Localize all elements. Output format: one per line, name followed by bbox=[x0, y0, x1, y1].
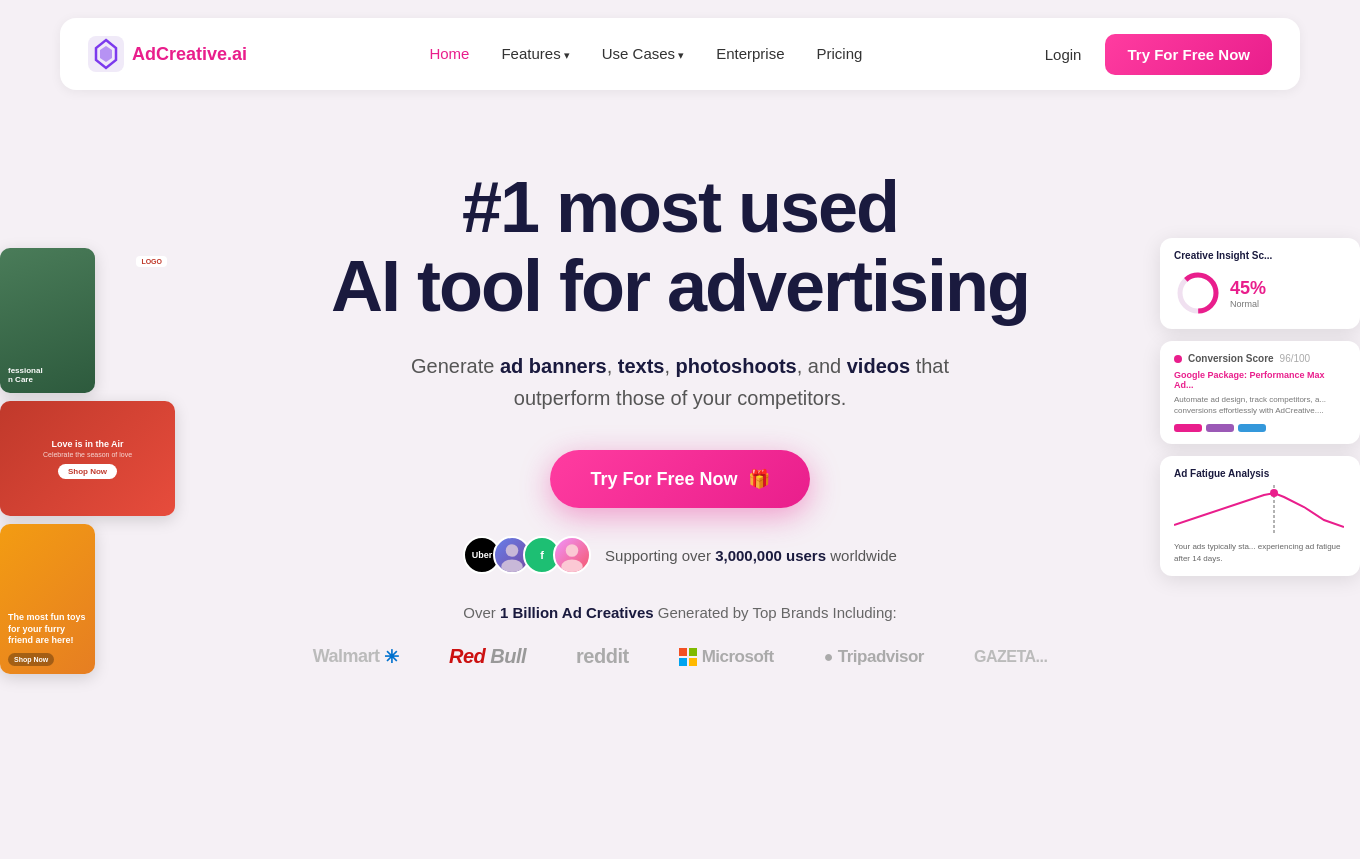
nav-link-enterprise[interactable]: Enterprise bbox=[716, 45, 784, 62]
nav-right: Login Try For Free Now bbox=[1045, 34, 1272, 75]
login-button[interactable]: Login bbox=[1045, 46, 1082, 63]
brands-logos: Walmart ✳ RedBull reddit Microsoft ● Tri… bbox=[40, 645, 1320, 668]
color-bar-pink bbox=[1174, 424, 1202, 432]
brands-section: Over 1 Billion Ad Creatives Generated by… bbox=[20, 574, 1340, 668]
gauge-percent: 45% bbox=[1230, 278, 1266, 299]
conversion-score-label: Conversion Score bbox=[1188, 353, 1274, 364]
svg-rect-9 bbox=[679, 658, 687, 666]
rocket-icon: 🎁 bbox=[748, 468, 770, 490]
brand-redbull: RedBull bbox=[449, 645, 526, 668]
nav-links: Home Features Use Cases Enterprise Prici… bbox=[429, 45, 862, 63]
nav-link-pricing[interactable]: Pricing bbox=[817, 45, 863, 62]
nav-item-pricing[interactable]: Pricing bbox=[817, 45, 863, 63]
gauge-label: Normal bbox=[1230, 299, 1266, 309]
nav-item-enterprise[interactable]: Enterprise bbox=[716, 45, 784, 63]
brand-tripadvisor: ● Tripadvisor bbox=[824, 647, 924, 667]
social-proof-text: Supporting over 3,000,000 users worldwid… bbox=[605, 547, 897, 564]
color-bar-purple bbox=[1206, 424, 1234, 432]
conversion-card: Conversion Score 96/100 Google Package: … bbox=[1160, 341, 1360, 444]
svg-point-3 bbox=[506, 545, 519, 558]
svg-rect-10 bbox=[689, 658, 697, 666]
cta-label: Try For Free Now bbox=[590, 469, 737, 490]
nav-item-usecases[interactable]: Use Cases bbox=[602, 45, 684, 63]
conversion-header: Conversion Score 96/100 bbox=[1174, 353, 1346, 364]
brand-walmart: Walmart ✳ bbox=[313, 646, 399, 668]
svg-point-5 bbox=[566, 545, 579, 558]
nav-item-home[interactable]: Home bbox=[429, 45, 469, 63]
fatigue-title: Ad Fatigue Analysis bbox=[1174, 468, 1346, 479]
color-bar-blue bbox=[1238, 424, 1266, 432]
social-proof: Uber f Supporting over 3,000,000 users w… bbox=[20, 536, 1340, 574]
fatigue-desc: Your ads typically sta... experiencing a… bbox=[1174, 541, 1346, 563]
color-bars bbox=[1174, 424, 1346, 432]
svg-rect-8 bbox=[689, 648, 697, 656]
hero-title: #1 most used AI tool for advertising bbox=[20, 168, 1340, 326]
gauge-info: 45% Normal bbox=[1230, 278, 1266, 309]
svg-rect-7 bbox=[679, 648, 687, 656]
fatigue-card: Ad Fatigue Analysis Your ads typically s… bbox=[1160, 456, 1360, 575]
nav-link-features[interactable]: Features bbox=[501, 45, 569, 62]
insight-card: Creative Insight Sc... 45% Normal bbox=[1160, 238, 1360, 329]
insight-card-title: Creative Insight Sc... bbox=[1174, 250, 1346, 261]
hero-wrapper: fessionaln Care Love is in the Air Celeb… bbox=[0, 108, 1360, 708]
nav-link-usecases[interactable]: Use Cases bbox=[602, 45, 684, 62]
user-avatars: Uber f bbox=[463, 536, 591, 574]
fatigue-chart bbox=[1174, 485, 1346, 535]
hero-subtitle: Generate ad banners, texts, photoshoots,… bbox=[20, 350, 1340, 414]
navbar: AdCreative.ai Home Features Use Cases En… bbox=[60, 18, 1300, 90]
brand-reddit: reddit bbox=[576, 645, 629, 668]
logo[interactable]: AdCreative.ai bbox=[88, 36, 247, 72]
conversion-desc: Automate ad design, track competitors, a… bbox=[1174, 394, 1346, 416]
side-cards-right: Creative Insight Sc... 45% Normal Conver… bbox=[1160, 238, 1360, 576]
svg-point-4 bbox=[501, 560, 522, 574]
svg-point-6 bbox=[561, 560, 582, 574]
gauge-chart bbox=[1174, 269, 1222, 317]
avatar-user2 bbox=[553, 536, 591, 574]
conversion-link: Google Package: Performance Max Ad... bbox=[1174, 370, 1346, 390]
brands-title: Over 1 Billion Ad Creatives Generated by… bbox=[40, 604, 1320, 621]
score-dot bbox=[1174, 355, 1182, 363]
logo-text: AdCreative.ai bbox=[132, 44, 247, 65]
svg-point-14 bbox=[1270, 489, 1278, 497]
nav-link-home[interactable]: Home bbox=[429, 45, 469, 62]
conversion-score-value: 96/100 bbox=[1280, 353, 1311, 364]
try-free-hero-button[interactable]: Try For Free Now 🎁 bbox=[550, 450, 809, 508]
gauge-container: 45% Normal bbox=[1174, 269, 1346, 317]
hero-section: #1 most used AI tool for advertising Gen… bbox=[0, 108, 1360, 708]
brand-gazeta: GAZETA... bbox=[974, 648, 1047, 666]
brand-microsoft: Microsoft bbox=[679, 647, 774, 667]
try-free-nav-button[interactable]: Try For Free Now bbox=[1105, 34, 1272, 75]
nav-item-features[interactable]: Features bbox=[501, 45, 569, 63]
logo-icon bbox=[88, 36, 124, 72]
